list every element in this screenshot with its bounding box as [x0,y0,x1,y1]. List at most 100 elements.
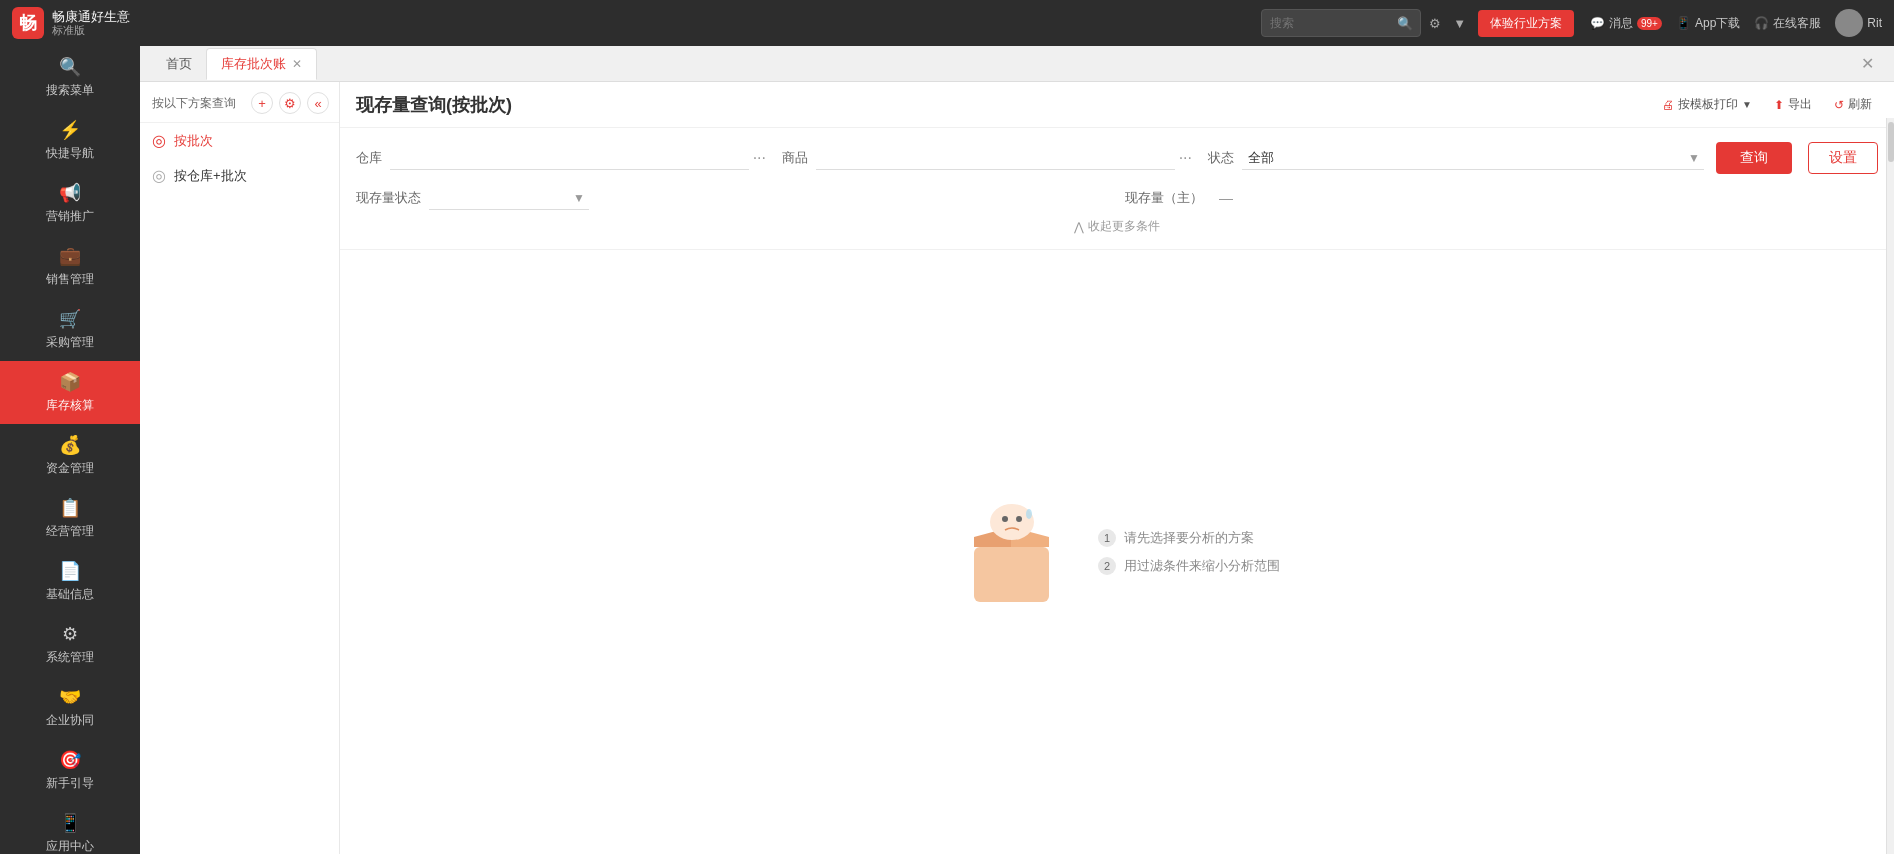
refresh-btn[interactable]: ↺ 刷新 [1828,92,1878,117]
app-download-btn[interactable]: 📱 App下载 [1676,15,1740,32]
filter-item-by-warehouse-batch[interactable]: ◎ 按仓库+批次 [140,158,339,193]
topbar-settings-icon[interactable]: ⚙ [1429,16,1441,31]
empty-state: 1 请先选择要分析的方案 2 用过滤条件来缩小分析范围 [340,250,1894,854]
empty-tip-2: 2 用过滤条件来缩小分析范围 [1098,557,1280,575]
filter-panel: 按以下方案查询 + ⚙ « ◎ 按批次 ◎ 按仓库+批次 [140,82,340,854]
sidebar-item-enterprise[interactable]: 🤝 企业协同 [0,676,140,739]
inventory-status-arrow-icon: ▼ [573,191,585,205]
content-area: 首页 库存批次账 ✕ ✕ 按以下方案查询 + ⚙ « [140,46,1894,854]
app-title: 畅康通好生意 标准版 [52,9,130,38]
tab-close-all-icon[interactable]: ✕ [1853,54,1882,73]
sidebar-item-inventory[interactable]: 📦 库存核算 [0,361,140,424]
sidebar-item-marketing[interactable]: 📢 营销推广 [0,172,140,235]
topbar-dropdown-icon[interactable]: ▼ [1453,16,1466,31]
inventory-status-select[interactable] [429,186,589,210]
messages-btn[interactable]: 💬 消息 99+ [1590,15,1662,32]
scrollbar-thumb [1888,122,1894,162]
sidebar-item-quick-nav[interactable]: ⚡ 快捷导航 [0,109,140,172]
sidebar-item-newbie[interactable]: 🎯 新手引导 [0,739,140,802]
user-avatar[interactable]: Rit [1835,9,1882,37]
warehouse-input[interactable] [390,146,749,170]
page-header-actions: 🖨 按模板打印 ▼ ⬆ 导出 ↺ 刷新 [1656,92,1878,117]
system-icon: ⚙ [62,623,78,645]
warehouse-more-icon[interactable]: ··· [753,149,766,167]
print-btn[interactable]: 🖨 按模板打印 ▼ [1656,92,1758,117]
print-dropdown-icon[interactable]: ▼ [1742,99,1752,110]
basic-info-icon: 📄 [59,560,81,582]
filter-warehouse-batch-icon: ◎ [152,166,166,185]
filter-settings-btn[interactable]: ⚙ [279,92,301,114]
app-logo: 畅 [12,7,44,39]
marketing-icon: 📢 [59,182,81,204]
status-select-arrow-icon: ▼ [1688,151,1700,165]
sidebar-item-finance[interactable]: 💰 资金管理 [0,424,140,487]
search-menu-icon: 🔍 [59,56,81,78]
sidebar-item-operation[interactable]: 📋 经营管理 [0,487,140,550]
inventory-qty-field: 现存量（主） — [1125,189,1878,207]
svg-point-6 [1026,509,1032,519]
inventory-icon: 📦 [59,371,81,393]
search-row-1: 仓库 ··· 商品 ··· 状态 全部 [356,142,1878,174]
tab-bar: 首页 库存批次账 ✕ ✕ [140,46,1894,82]
product-field: 商品 ··· [782,146,1192,170]
inventory-status-field: 现存量状态 ▼ [356,186,1109,210]
operation-icon: 📋 [59,497,81,519]
tab-home[interactable]: 首页 [152,49,206,79]
search-row-2: 现存量状态 ▼ 现存量（主） — [356,186,1878,210]
query-btn[interactable]: 查询 [1716,142,1792,174]
avatar-image [1835,9,1863,37]
empty-svg [954,492,1074,612]
topbar-search-icon: 🔍 [1397,16,1413,31]
purchase-icon: 🛒 [59,308,81,330]
online-service-btn[interactable]: 🎧 在线客服 [1754,15,1821,32]
settings-btn[interactable]: 设置 [1808,142,1878,174]
export-icon: ⬆ [1774,98,1784,112]
page-header: 现存量查询(按批次) 🖨 按模板打印 ▼ ⬆ 导出 ↺ [340,82,1894,128]
export-btn[interactable]: ⬆ 导出 [1768,92,1818,117]
experience-btn[interactable]: 体验行业方案 [1478,10,1574,37]
quick-nav-icon: ⚡ [59,119,81,141]
sidebar-item-system[interactable]: ⚙ 系统管理 [0,613,140,676]
filter-item-by-batch[interactable]: ◎ 按批次 [140,123,339,158]
status-field: 状态 全部 正常 冻结 ▼ [1208,146,1700,170]
collapse-up-icon: ⋀ [1074,220,1084,234]
search-area: 仓库 ··· 商品 ··· 状态 全部 [340,128,1894,250]
topbar: 畅 畅康通好生意 标准版 🔍 ⚙ ▼ 体验行业方案 💬 消息 99+ 📱 App… [0,0,1894,46]
refresh-icon: ↺ [1834,98,1844,112]
tab-close-icon[interactable]: ✕ [292,57,302,71]
empty-tip-1: 1 请先选择要分析的方案 [1098,529,1280,547]
service-icon: 🎧 [1754,16,1769,30]
print-icon: 🖨 [1662,98,1674,112]
svg-point-5 [1016,516,1022,522]
collapse-conditions-btn[interactable]: ⋀ 收起更多条件 [356,210,1878,235]
main-content: 现存量查询(按批次) 🖨 按模板打印 ▼ ⬆ 导出 ↺ [340,82,1894,854]
sales-icon: 💼 [59,245,81,267]
download-icon: 📱 [1676,16,1691,30]
enterprise-icon: 🤝 [59,686,81,708]
newbie-icon: 🎯 [59,749,81,771]
sidebar: 🔍 搜索菜单 ⚡ 快捷导航 📢 营销推广 💼 销售管理 🛒 采购管理 📦 库存核… [0,46,140,854]
filter-collapse-btn[interactable]: « [307,92,329,114]
empty-tips: 1 请先选择要分析的方案 2 用过滤条件来缩小分析范围 [1098,529,1280,575]
filter-panel-header: 按以下方案查询 + ⚙ « [140,92,339,123]
sidebar-item-search-menu[interactable]: 🔍 搜索菜单 [0,46,140,109]
svg-point-3 [990,504,1034,540]
sidebar-item-app-center[interactable]: 📱 应用中心 [0,802,140,854]
filter-add-btn[interactable]: + [251,92,273,114]
sidebar-item-basic-info[interactable]: 📄 基础信息 [0,550,140,613]
page-title: 现存量查询(按批次) [356,93,512,117]
empty-illustration [954,492,1074,612]
status-select[interactable]: 全部 正常 冻结 [1242,146,1704,170]
sidebar-item-purchase[interactable]: 🛒 采购管理 [0,298,140,361]
product-input[interactable] [816,146,1175,170]
svg-rect-0 [974,547,1049,602]
filter-batch-icon: ◎ [152,131,166,150]
right-scrollbar[interactable] [1886,118,1894,854]
tab-inventory-batch[interactable]: 库存批次账 ✕ [206,48,317,80]
product-more-icon[interactable]: ··· [1179,149,1192,167]
warehouse-field: 仓库 ··· [356,146,766,170]
page-content: 按以下方案查询 + ⚙ « ◎ 按批次 ◎ 按仓库+批次 [140,82,1894,854]
message-icon: 💬 [1590,16,1605,30]
sidebar-item-sales[interactable]: 💼 销售管理 [0,235,140,298]
svg-point-4 [1002,516,1008,522]
